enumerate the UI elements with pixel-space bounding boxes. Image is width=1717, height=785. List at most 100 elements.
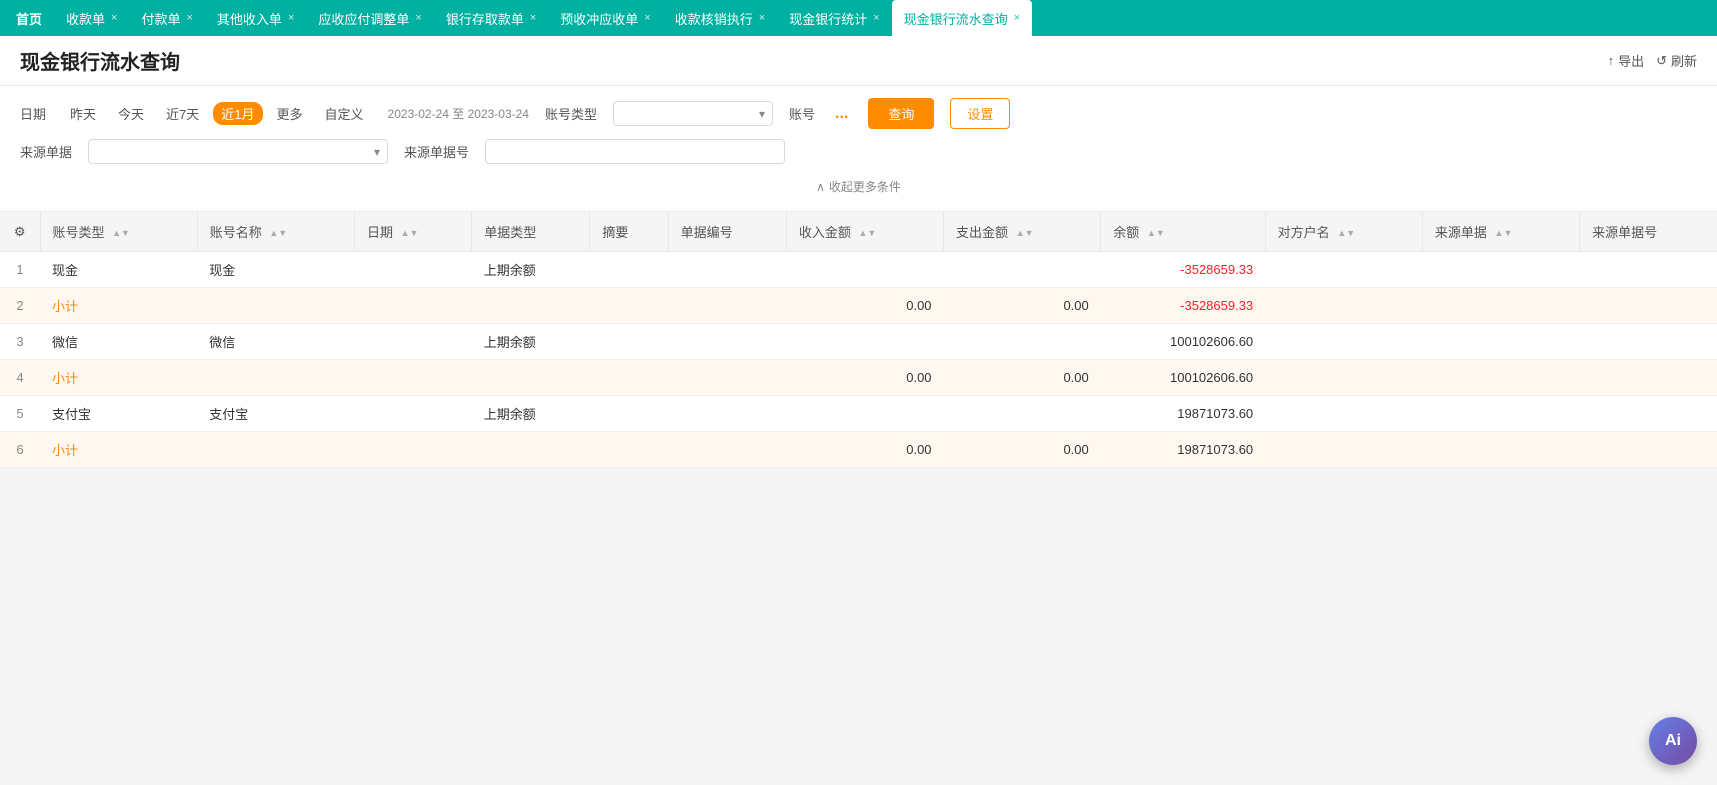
cell-doc-no — [668, 324, 786, 360]
nav-item-bank-deposit[interactable]: 银行存取款单 × — [434, 0, 548, 36]
table-row: 5 支付宝 支付宝 上期余额 19871073.60 — [0, 396, 1717, 432]
cell-source-doc — [1422, 288, 1579, 324]
cell-income: 0.00 — [786, 432, 943, 468]
cell-counterparty — [1265, 432, 1422, 468]
date-btn-7days[interactable]: 近7天 — [158, 102, 207, 125]
cell-source-doc-no — [1580, 396, 1717, 432]
cell-expense: 0.00 — [944, 360, 1101, 396]
nav-item-collection-execute[interactable]: 收款核销执行 × — [663, 0, 777, 36]
nav-item-payment[interactable]: 付款单 × — [129, 0, 204, 36]
cell-account-type: 现金 — [40, 252, 197, 288]
nav-cash-bank-stats-close[interactable]: × — [873, 12, 879, 24]
page-title: 现金银行流水查询 — [20, 46, 180, 75]
th-account-type-label: 账号类型 — [53, 225, 105, 240]
table-row: 1 现金 现金 上期余额 -3528659.33 — [0, 252, 1717, 288]
account-dots-button[interactable]: ... — [831, 105, 852, 123]
table-body: 1 现金 现金 上期余额 -3528659.33 2 小计 0.00 0.00 … — [0, 252, 1717, 468]
settings-button[interactable]: 设置 — [950, 98, 1010, 129]
th-settings[interactable]: ⚙ — [0, 212, 40, 252]
th-doc-no-label: 单据编号 — [681, 225, 733, 240]
cell-summary — [590, 324, 668, 360]
nav-advance-offset-close[interactable]: × — [644, 12, 650, 24]
source-doc-no-input[interactable] — [485, 139, 785, 164]
date-btn-1month[interactable]: 近1月 — [213, 102, 262, 125]
cell-account-name: 微信 — [197, 324, 354, 360]
th-counterparty[interactable]: 对方户名 ▲▼ — [1265, 212, 1422, 252]
nav-other-income-close[interactable]: × — [288, 12, 294, 24]
cell-doc-no — [668, 432, 786, 468]
nav-item-cash-bank-flow[interactable]: 现金银行流水查询 × — [892, 0, 1032, 36]
cell-counterparty — [1265, 360, 1422, 396]
source-doc-no-label: 来源单据号 — [404, 142, 469, 161]
nav-item-receipt[interactable]: 收款单 × — [54, 0, 129, 36]
ai-label: Ai — [1665, 732, 1681, 750]
nav-cash-bank-flow-close[interactable]: × — [1014, 12, 1020, 24]
nav-item-home[interactable]: 首页 — [4, 0, 54, 36]
date-btn-today[interactable]: 今天 — [110, 102, 152, 125]
export-icon: ↑ — [1608, 53, 1615, 68]
account-type-select[interactable] — [613, 101, 773, 126]
source-doc-select[interactable] — [88, 139, 388, 164]
th-source-doc[interactable]: 来源单据 ▲▼ — [1422, 212, 1579, 252]
table-row: 3 微信 微信 上期余额 100102606.60 — [0, 324, 1717, 360]
th-expense[interactable]: 支出金额 ▲▼ — [944, 212, 1101, 252]
nav-payment-close[interactable]: × — [186, 12, 192, 24]
sort-icon-account-type: ▲▼ — [112, 229, 130, 238]
nav-bank-deposit-close[interactable]: × — [530, 12, 536, 24]
source-doc-label: 来源单据 — [20, 142, 72, 161]
table-row: 2 小计 0.00 0.00 -3528659.33 — [0, 288, 1717, 324]
ai-assistant-button[interactable]: Ai — [1649, 717, 1697, 765]
cell-doc-type: 上期余额 — [472, 252, 590, 288]
th-date[interactable]: 日期 ▲▼ — [354, 212, 471, 252]
sort-icon-expense: ▲▼ — [1016, 229, 1034, 238]
cell-source-doc-no — [1580, 432, 1717, 468]
cell-account-type: 支付宝 — [40, 396, 197, 432]
cell-account-type: 小计 — [40, 288, 197, 324]
cell-row-num: 2 — [0, 288, 40, 324]
cell-counterparty — [1265, 396, 1422, 432]
cell-account-type: 小计 — [40, 432, 197, 468]
date-btn-more[interactable]: 更多 — [269, 102, 311, 125]
th-balance[interactable]: 余额 ▲▼ — [1101, 212, 1265, 252]
nav-item-other-income[interactable]: 其他收入单 × — [205, 0, 306, 36]
account-label: 账号 — [789, 104, 815, 123]
date-btn-custom[interactable]: 自定义 — [317, 102, 372, 125]
th-account-type[interactable]: 账号类型 ▲▼ — [40, 212, 197, 252]
nav-receipt-close[interactable]: × — [111, 12, 117, 24]
refresh-button[interactable]: ↺ 刷新 — [1656, 51, 1697, 70]
cell-account-type: 小计 — [40, 360, 197, 396]
cell-account-name — [197, 432, 354, 468]
nav-collection-execute-close[interactable]: × — [759, 12, 765, 24]
collapse-bar[interactable]: ∧ 收起更多条件 — [20, 174, 1697, 199]
cell-date — [354, 324, 471, 360]
nav-ap-adjustment-close[interactable]: × — [415, 12, 421, 24]
cell-date — [354, 252, 471, 288]
th-doc-type-label: 单据类型 — [484, 225, 536, 240]
nav-home-label: 首页 — [16, 9, 42, 28]
nav-item-ap-adjustment[interactable]: 应收应付调整单 × — [306, 0, 433, 36]
nav-item-cash-bank-stats[interactable]: 现金银行统计 × — [777, 0, 891, 36]
filter-area: 日期 昨天 今天 近7天 近1月 更多 自定义 2023-02-24 至 202… — [0, 86, 1717, 212]
sort-icon-account-name: ▲▼ — [269, 229, 287, 238]
cell-income — [786, 396, 943, 432]
account-type-select-wrapper — [613, 101, 773, 126]
sort-icon-income: ▲▼ — [858, 229, 876, 238]
refresh-icon: ↺ — [1656, 53, 1667, 69]
export-button[interactable]: ↑ 导出 — [1608, 51, 1645, 70]
th-income[interactable]: 收入金额 ▲▼ — [786, 212, 943, 252]
date-btn-yesterday[interactable]: 昨天 — [62, 102, 104, 125]
cell-expense — [944, 252, 1101, 288]
cell-row-num: 5 — [0, 396, 40, 432]
collapse-label: 收起更多条件 — [829, 178, 901, 195]
cell-doc-type: 上期余额 — [472, 324, 590, 360]
date-filter-label: 日期 — [20, 104, 46, 123]
filter-row-2: 来源单据 来源单据号 — [20, 139, 1697, 164]
page-header: 现金银行流水查询 ↑ 导出 ↺ 刷新 — [0, 36, 1717, 86]
th-account-name[interactable]: 账号名称 ▲▼ — [197, 212, 354, 252]
query-button[interactable]: 查询 — [868, 98, 934, 129]
cell-doc-no — [668, 360, 786, 396]
cell-counterparty — [1265, 288, 1422, 324]
nav-item-advance-offset[interactable]: 预收冲应收单 × — [548, 0, 662, 36]
cell-balance: -3528659.33 — [1101, 252, 1265, 288]
th-date-label: 日期 — [367, 225, 393, 240]
